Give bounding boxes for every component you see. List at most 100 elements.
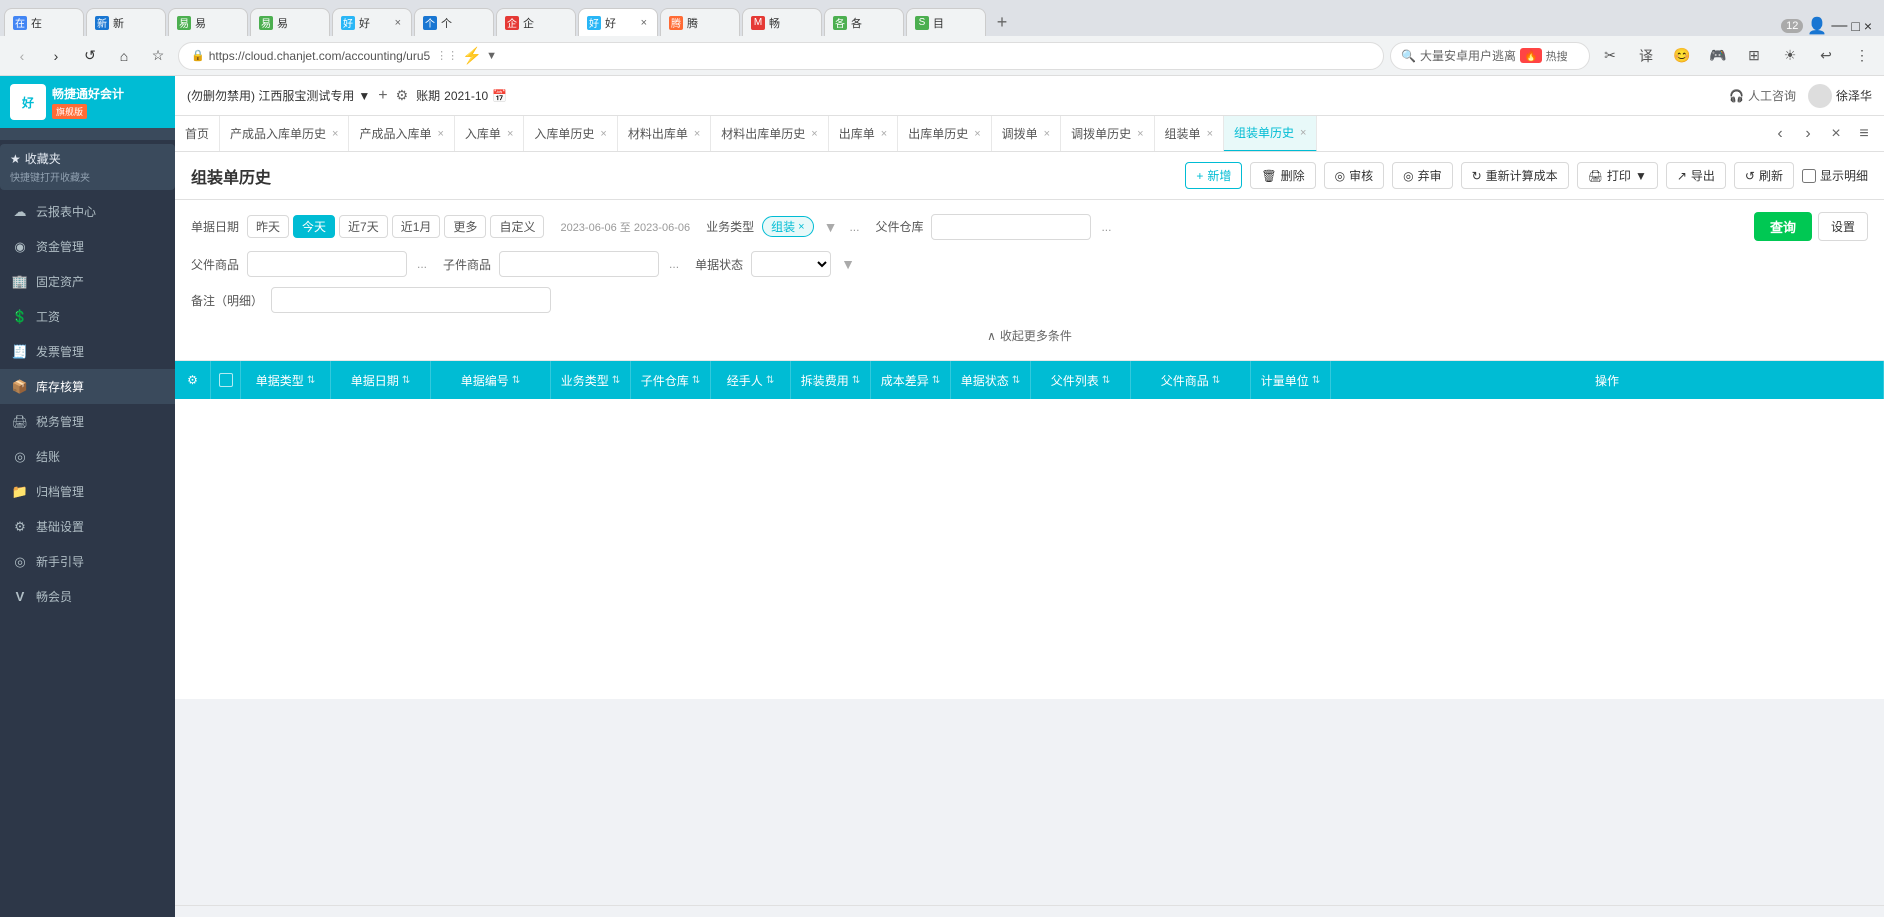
th-unit[interactable]: 计量单位 ⇅ [1251, 361, 1331, 399]
nav-tab-close-assemble-history[interactable]: × [1300, 127, 1306, 139]
sidebar-item-checkout[interactable]: ◎ 结账 [0, 439, 175, 474]
add-company-btn[interactable]: + [378, 87, 387, 105]
biz-type-dropdown-arrow[interactable]: ▼ [824, 219, 838, 235]
filter-settings-button[interactable]: 设置 [1818, 212, 1868, 241]
grid-btn[interactable]: ⊞ [1740, 42, 1768, 70]
nav-tab-transfer-history[interactable]: 调拨单历史 × [1061, 116, 1154, 152]
th-assembly-cost[interactable]: 拆装费用 ⇅ [791, 361, 871, 399]
browser-tab-6[interactable]: 个 个 [414, 8, 494, 36]
page-footer-scrollbar[interactable] [175, 905, 1884, 917]
nav-tab-assemble-history[interactable]: 组装单历史 × [1224, 116, 1317, 152]
calendar-icon[interactable]: 📅 [492, 89, 507, 103]
th-biz-type[interactable]: 业务类型 ⇅ [551, 361, 631, 399]
tabs-next-btn[interactable]: › [1796, 122, 1820, 146]
nav-tab-stock-out[interactable]: 出库单 × [829, 116, 898, 152]
browser-tab-4[interactable]: 易 易 [250, 8, 330, 36]
browser-tab-7[interactable]: 企 企 [496, 8, 576, 36]
browser-tab-2[interactable]: 新 新 [86, 8, 166, 36]
th-handler[interactable]: 经手人 ⇅ [711, 361, 791, 399]
sidebar-item-capital[interactable]: ◉ 资金管理 [0, 229, 175, 264]
bill-status-dropdown-arrow[interactable]: ▼ [841, 256, 855, 272]
browser-search-bar[interactable]: 🔍 大量安卓用户逃离 🔥 热搜 [1390, 42, 1590, 70]
header-user[interactable]: 徐泽华 [1808, 84, 1872, 108]
export-button[interactable]: ↗ 导出 [1666, 162, 1726, 189]
th-bill-number[interactable]: 单据编号 ⇅ [431, 361, 551, 399]
menu-btn[interactable]: ⋮ [1848, 42, 1876, 70]
biz-type-tag-remove[interactable]: × [798, 221, 804, 233]
sidebar-item-tax[interactable]: 🖨 税务管理 [0, 404, 175, 439]
sidebar-item-cloud-reports[interactable]: ☁ 云报表中心 [0, 194, 175, 229]
nav-tab-close-transfer-history[interactable]: × [1137, 128, 1143, 140]
browser-tab-1[interactable]: 在 在 [4, 8, 84, 36]
parent-warehouse-input[interactable] [931, 214, 1091, 240]
new-tab-button[interactable]: + [988, 8, 1016, 36]
sidebar-account[interactable] [0, 128, 175, 140]
sidebar-item-member[interactable]: V 畅会员 [0, 579, 175, 614]
scissors-btn[interactable]: ✂ [1596, 42, 1624, 70]
browser-tab-9[interactable]: 腾 腾 [660, 8, 740, 36]
nav-tab-stock-out-history[interactable]: 出库单历史 × [898, 116, 991, 152]
nav-tab-home[interactable]: 首页 [175, 116, 220, 152]
parent-goods-input[interactable] [247, 251, 407, 277]
nav-tab-close-stock-out[interactable]: × [881, 128, 887, 140]
show-detail-toggle[interactable]: 显示明细 [1802, 167, 1868, 184]
tabs-close-btn[interactable]: × [1824, 122, 1848, 146]
sidebar-item-fixed-assets[interactable]: 🏢 固定资产 [0, 264, 175, 299]
th-child-warehouse[interactable]: 子件仓库 ⇅ [631, 361, 711, 399]
forward-button[interactable]: › [42, 42, 70, 70]
child-goods-more-btn[interactable]: ... [669, 257, 679, 271]
new-button[interactable]: + 新增 [1185, 162, 1242, 189]
translate-btn[interactable]: 译 [1632, 42, 1660, 70]
brightness-btn[interactable]: ☀ [1776, 42, 1804, 70]
audit-button[interactable]: ◎ 审核 [1324, 162, 1385, 189]
nav-tab-close-stock-in-history[interactable]: × [600, 128, 606, 140]
parent-goods-more-btn[interactable]: ... [417, 257, 427, 271]
nav-tab-assemble[interactable]: 组装单 × [1155, 116, 1224, 152]
query-button[interactable]: 查询 [1754, 212, 1812, 241]
date-btn-today[interactable]: 今天 [293, 215, 335, 238]
close-btn[interactable]: × [1864, 18, 1872, 34]
back-button[interactable]: ‹ [8, 42, 36, 70]
sidebar-item-inventory[interactable]: 📦 库存核算 [0, 369, 175, 404]
tabs-prev-btn[interactable]: ‹ [1768, 122, 1792, 146]
parent-warehouse-more-btn[interactable]: ... [1101, 220, 1111, 234]
date-btn-custom[interactable]: 自定义 [490, 215, 544, 238]
header-service[interactable]: 🎧 人工咨询 [1729, 87, 1796, 104]
child-goods-input[interactable] [499, 251, 659, 277]
address-bar[interactable]: 🔒 https://cloud.chanjet.com/accounting/u… [178, 42, 1384, 70]
favorite-subtitle[interactable]: 快捷键打开收藏夹 [10, 169, 165, 184]
nav-tab-close-material-out[interactable]: × [694, 128, 700, 140]
nav-tab-close-stock-out-history[interactable]: × [974, 128, 980, 140]
undo-btn[interactable]: ↩ [1812, 42, 1840, 70]
nav-tab-close-stock-in[interactable]: × [507, 128, 513, 140]
company-dropdown-arrow[interactable]: ▼ [358, 89, 370, 103]
sidebar-item-guide[interactable]: ◎ 新手引导 [0, 544, 175, 579]
bill-status-select[interactable] [751, 251, 831, 277]
nav-tab-close-product-in-history[interactable]: × [332, 128, 338, 140]
recalculate-button[interactable]: ↻ 重新计算成本 [1461, 162, 1569, 189]
emoji-btn[interactable]: 😊 [1668, 42, 1696, 70]
browser-tab-3[interactable]: 易 易 [168, 8, 248, 36]
bookmark-button[interactable]: ☆ [144, 42, 172, 70]
refresh-button[interactable]: ↺ 刷新 [1734, 162, 1794, 189]
game-btn[interactable]: 🎮 [1704, 42, 1732, 70]
collapse-more-btn[interactable]: ∧ 收起更多条件 [191, 323, 1868, 348]
th-check[interactable] [211, 361, 241, 399]
sidebar-item-settings[interactable]: ⚙ 基础设置 [0, 509, 175, 544]
browser-tab-10[interactable]: M 畅 [742, 8, 822, 36]
nav-tab-stock-in-history[interactable]: 入库单历史 × [524, 116, 617, 152]
th-bill-type[interactable]: 单据类型 ⇅ [241, 361, 331, 399]
nav-tab-close-transfer[interactable]: × [1044, 128, 1050, 140]
sidebar-item-invoice[interactable]: 🧾 发票管理 [0, 334, 175, 369]
th-cost-diff[interactable]: 成本差异 ⇅ [871, 361, 951, 399]
th-parent-list[interactable]: 父件列表 ⇅ [1031, 361, 1131, 399]
browser-tab-8[interactable]: 好 好 × [578, 8, 658, 36]
th-bill-status[interactable]: 单据状态 ⇅ [951, 361, 1031, 399]
nav-tab-close-assemble[interactable]: × [1207, 128, 1213, 140]
browser-tab-12[interactable]: S 目 [906, 8, 986, 36]
address-dropdown-arrow[interactable]: ▼ [486, 50, 497, 62]
th-checkbox[interactable] [219, 373, 233, 387]
home-button[interactable]: ⌂ [110, 42, 138, 70]
show-detail-checkbox[interactable] [1802, 169, 1816, 183]
browser-tab-11[interactable]: 各 各 [824, 8, 904, 36]
